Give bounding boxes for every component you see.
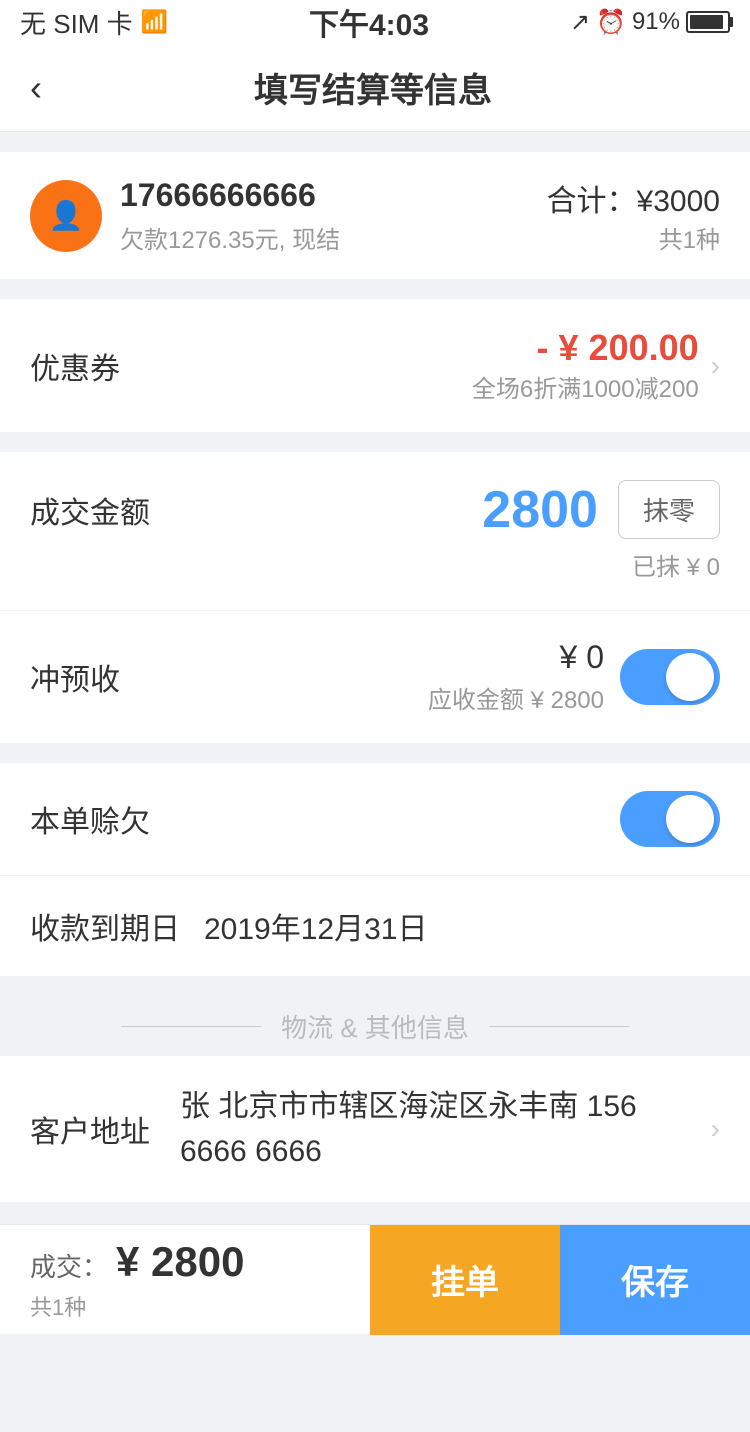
carrier-label: 无 SIM 卡 bbox=[20, 4, 133, 41]
coupon-label: 优惠券 bbox=[30, 344, 120, 388]
bottom-deal-label: 成交： bbox=[30, 1247, 108, 1284]
section-divider-2 bbox=[0, 432, 750, 452]
deal-amount-row: 成交金额 2800 抹零 bbox=[30, 480, 720, 539]
customer-sub-info: 欠款1276.35元, 现结 bbox=[120, 220, 340, 255]
avatar-icon: 👤 bbox=[49, 199, 84, 232]
logistics-divider: 物流 & 其他信息 bbox=[0, 996, 750, 1056]
bottom-bar: 成交： ¥ 2800 共1种 挂单 保存 bbox=[0, 1224, 750, 1334]
prepay-amount-col: ¥ 0 应收金额 ¥ 2800 bbox=[428, 639, 604, 715]
bottom-deal-amount: ¥ 2800 bbox=[116, 1238, 244, 1286]
section-divider-1 bbox=[0, 279, 750, 299]
prepay-toggle[interactable] bbox=[620, 649, 720, 705]
deal-amount-section: 成交金额 2800 抹零 已抹 ¥ 0 bbox=[0, 452, 750, 611]
section-divider-3 bbox=[0, 743, 750, 763]
battery-percent: 91% bbox=[632, 8, 680, 36]
page-title: 填写结算等信息 bbox=[62, 63, 684, 112]
save-button[interactable]: 保存 bbox=[560, 1225, 750, 1335]
coupon-desc: 全场6折满1000减200 bbox=[472, 369, 699, 404]
prepay-right: ¥ 0 应收金额 ¥ 2800 bbox=[428, 639, 720, 715]
prepay-sub: 应收金额 ¥ 2800 bbox=[428, 680, 604, 715]
deal-amount-value: 2800 bbox=[482, 484, 598, 536]
location-icon: ↗ bbox=[570, 8, 590, 37]
customer-card: 👤 17666666666 欠款1276.35元, 现结 合计：¥3000 共1… bbox=[0, 152, 750, 279]
prepay-label: 冲预收 bbox=[30, 655, 120, 699]
prepay-row: 冲预收 ¥ 0 应收金额 ¥ 2800 bbox=[30, 639, 720, 715]
time-label: 下午4:03 bbox=[309, 0, 429, 44]
address-value: 张 北京市市辖区海淀区永丰南 156 6666 6666 bbox=[180, 1084, 711, 1174]
deal-amount-sub: 已抹 ¥ 0 bbox=[30, 547, 720, 582]
deal-amount-label: 成交金额 bbox=[30, 488, 150, 532]
status-bar: 无 SIM 卡 📶 下午4:03 ↗ ⏰ 91% bbox=[0, 0, 750, 44]
nav-bar: ‹ 填写结算等信息 bbox=[0, 44, 750, 132]
coupon-row[interactable]: 优惠券 - ¥ 200.00 全场6折满1000减200 › bbox=[0, 299, 750, 432]
deal-amount-right: 2800 抹零 bbox=[482, 480, 720, 539]
total-count: 共1种 bbox=[547, 220, 720, 255]
coupon-chevron-icon: › bbox=[711, 350, 720, 382]
bottom-summary: 成交： ¥ 2800 共1种 bbox=[0, 1238, 370, 1322]
hang-button[interactable]: 挂单 bbox=[370, 1225, 560, 1335]
debit-section: 本单赊欠 bbox=[0, 763, 750, 875]
coupon-right: - ¥ 200.00 全场6折满1000减200 › bbox=[472, 327, 720, 404]
prepay-amount: ¥ 0 bbox=[428, 639, 604, 676]
customer-left: 👤 17666666666 欠款1276.35元, 现结 bbox=[30, 177, 340, 255]
debit-toggle[interactable] bbox=[620, 791, 720, 847]
bottom-deal-row: 成交： ¥ 2800 bbox=[30, 1238, 340, 1286]
customer-info: 17666666666 欠款1276.35元, 现结 bbox=[120, 177, 340, 255]
logistics-label: 物流 & 其他信息 bbox=[121, 1008, 629, 1045]
due-date-section: 收款到期日 2019年12月31日 bbox=[0, 876, 750, 976]
battery-icon bbox=[686, 11, 730, 33]
wifi-icon: 📶 bbox=[141, 9, 168, 35]
address-chevron-icon: › bbox=[711, 1113, 720, 1145]
section-divider-4 bbox=[0, 976, 750, 996]
status-right: ↗ ⏰ 91% bbox=[570, 8, 730, 37]
address-section[interactable]: 客户地址 张 北京市市辖区海淀区永丰南 156 6666 6666 › bbox=[0, 1056, 750, 1202]
bottom-count: 共1种 bbox=[30, 1290, 340, 1322]
coupon-amount: - ¥ 200.00 bbox=[472, 327, 699, 369]
avatar: 👤 bbox=[30, 180, 102, 252]
customer-phone: 17666666666 bbox=[120, 177, 340, 214]
address-label: 客户地址 bbox=[30, 1107, 150, 1151]
debit-toggle-knob bbox=[666, 795, 714, 843]
status-left: 无 SIM 卡 📶 bbox=[20, 4, 168, 41]
debit-label: 本单赊欠 bbox=[30, 797, 150, 841]
due-date-value: 2019年12月31日 bbox=[204, 904, 427, 948]
prepay-section: 冲预收 ¥ 0 应收金额 ¥ 2800 bbox=[0, 611, 750, 743]
back-button[interactable]: ‹ bbox=[30, 67, 42, 109]
due-date-label: 收款到期日 bbox=[30, 904, 180, 948]
alarm-icon: ⏰ bbox=[596, 8, 626, 37]
total-amount: 合计：¥3000 bbox=[547, 176, 720, 220]
round-button[interactable]: 抹零 bbox=[618, 480, 720, 539]
toggle-knob bbox=[666, 653, 714, 701]
customer-right: 合计：¥3000 共1种 bbox=[547, 176, 720, 255]
